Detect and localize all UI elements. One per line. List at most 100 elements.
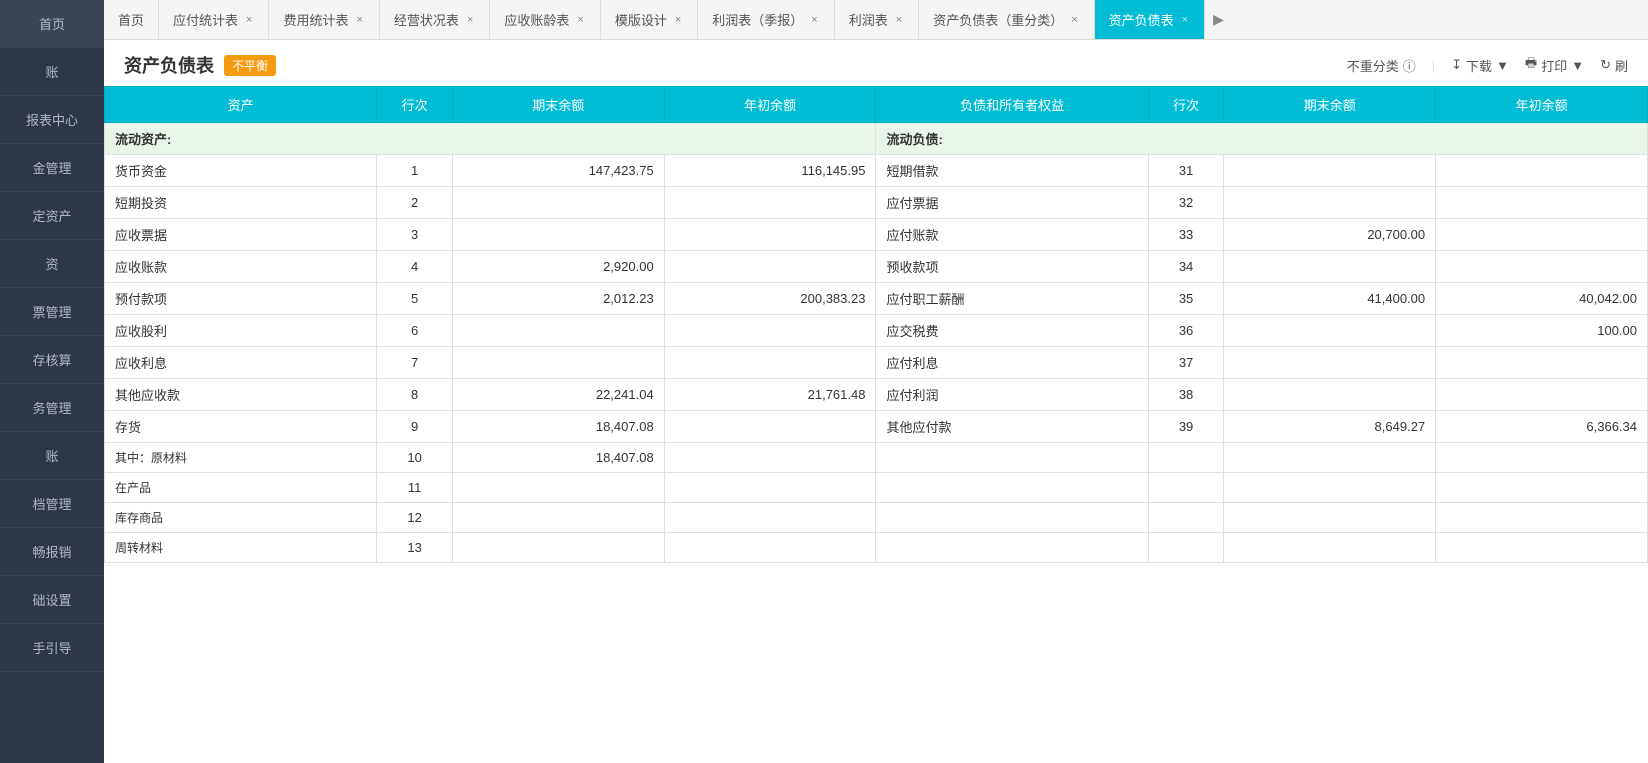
tab-label: 应收账龄表 bbox=[504, 10, 569, 29]
asset-begin-balance bbox=[664, 347, 876, 379]
tab-close-payable[interactable]: × bbox=[244, 13, 254, 27]
sidebar-item-assets[interactable]: 资 bbox=[0, 240, 104, 288]
tab-balance-reclassified[interactable]: 资产负债表（重分类） × bbox=[919, 0, 1094, 40]
liab-begin-balance bbox=[1436, 155, 1648, 187]
tab-close-business[interactable]: × bbox=[465, 13, 475, 27]
print-label: 打印 bbox=[1541, 56, 1567, 75]
asset-end-balance bbox=[452, 503, 664, 533]
liab-begin-balance bbox=[1436, 347, 1648, 379]
liab-end-balance: 20,700.00 bbox=[1224, 219, 1436, 251]
sidebar-item-fixed-assets[interactable]: 定资产 bbox=[0, 192, 104, 240]
header-asset: 资产 bbox=[105, 87, 377, 123]
asset-row-num: 13 bbox=[377, 533, 453, 563]
liab-end-balance bbox=[1224, 473, 1436, 503]
liab-begin-balance: 6,366.34 bbox=[1436, 411, 1648, 443]
asset-end-balance bbox=[452, 187, 664, 219]
asset-begin-balance: 116,145.95 bbox=[664, 155, 876, 187]
page-header: 资产负债表 不平衡 不重分类 ⓘ | ↧ 下载 ▼ 🖶 打印 ▼ bbox=[104, 40, 1648, 86]
asset-begin-balance bbox=[664, 315, 876, 347]
sidebar-item-guide[interactable]: 手引导 bbox=[0, 624, 104, 672]
asset-row-num: 8 bbox=[377, 379, 453, 411]
tab-bar: 首页 应付统计表 × 费用统计表 × 经营状况表 × 应收账龄表 × 模版设计 … bbox=[104, 0, 1648, 40]
liab-label: 预收款项 bbox=[876, 251, 1148, 283]
tab-close-balance[interactable]: × bbox=[1180, 13, 1190, 27]
asset-end-balance: 147,423.75 bbox=[452, 155, 664, 187]
liab-end-balance bbox=[1224, 503, 1436, 533]
liab-row-num bbox=[1148, 503, 1224, 533]
section-asset-label: 流动资产: bbox=[105, 123, 876, 155]
section-liab-label: 流动负债: bbox=[876, 123, 1648, 155]
asset-row-num: 11 bbox=[377, 473, 453, 503]
asset-end-balance bbox=[452, 533, 664, 563]
sidebar-item-fund-management[interactable]: 金管理 bbox=[0, 144, 104, 192]
sidebar-item-report-center[interactable]: 报表中心 bbox=[0, 96, 104, 144]
tab-close-balance-r[interactable]: × bbox=[1069, 13, 1079, 27]
sidebar-item-invoice[interactable]: 票管理 bbox=[0, 288, 104, 336]
tab-payable-stats[interactable]: 应付统计表 × bbox=[159, 0, 269, 40]
liab-label: 应付利润 bbox=[876, 379, 1148, 411]
liab-row-num: 36 bbox=[1148, 315, 1224, 347]
balance-sheet-table: 资产 行次 期末余额 年初余额 负债和所有者权益 行次 期末余额 年初余额 流动… bbox=[104, 86, 1648, 563]
sidebar-item-home[interactable]: 首页 bbox=[0, 0, 104, 48]
tab-close-income-q[interactable]: × bbox=[809, 13, 819, 27]
tab-home[interactable]: 首页 bbox=[104, 0, 159, 40]
tab-balance[interactable]: 资产负债表 × bbox=[1095, 0, 1205, 40]
tab-close-template[interactable]: × bbox=[673, 13, 683, 27]
download-icon: ↧ bbox=[1451, 57, 1462, 73]
header-row-num: 行次 bbox=[377, 87, 453, 123]
print-action[interactable]: 🖶 打印 ▼ bbox=[1525, 54, 1584, 76]
asset-end-balance bbox=[452, 315, 664, 347]
sidebar-item-ledger[interactable]: 账 bbox=[0, 432, 104, 480]
sidebar-item-tax[interactable]: 务管理 bbox=[0, 384, 104, 432]
page-actions: 不重分类 ⓘ | ↧ 下载 ▼ 🖶 打印 ▼ ↻ 刷 bbox=[1347, 54, 1628, 76]
tab-close-expense[interactable]: × bbox=[354, 13, 364, 27]
liab-end-balance bbox=[1224, 443, 1436, 473]
download-action[interactable]: ↧ 下载 ▼ bbox=[1451, 56, 1509, 75]
asset-row-num: 10 bbox=[377, 443, 453, 473]
liab-label: 其他应付款 bbox=[876, 411, 1148, 443]
liab-end-balance: 8,649.27 bbox=[1224, 411, 1436, 443]
tab-close-aging[interactable]: × bbox=[575, 13, 585, 27]
refresh-icon: ↻ bbox=[1600, 57, 1611, 73]
tab-expense-stats[interactable]: 费用统计表 × bbox=[269, 0, 379, 40]
asset-end-balance bbox=[452, 473, 664, 503]
tab-arrow-right[interactable]: ▶ bbox=[1205, 11, 1232, 28]
tab-income[interactable]: 利润表 × bbox=[835, 0, 919, 40]
liab-end-balance bbox=[1224, 187, 1436, 219]
tab-business[interactable]: 经营状况表 × bbox=[380, 0, 490, 40]
header-end-balance: 期末余额 bbox=[452, 87, 664, 123]
download-label: 下载 bbox=[1466, 56, 1492, 75]
liab-label bbox=[876, 443, 1148, 473]
tab-aging[interactable]: 应收账龄表 × bbox=[490, 0, 600, 40]
asset-label: 应收票据 bbox=[105, 219, 377, 251]
liab-row-num: 34 bbox=[1148, 251, 1224, 283]
asset-label: 预付款项 bbox=[105, 283, 377, 315]
sidebar-item-expense[interactable]: 畅报销 bbox=[0, 528, 104, 576]
asset-begin-balance bbox=[664, 411, 876, 443]
asset-row-num: 9 bbox=[377, 411, 453, 443]
asset-begin-balance bbox=[664, 503, 876, 533]
liab-begin-balance bbox=[1436, 473, 1648, 503]
tab-label: 费用统计表 bbox=[283, 10, 348, 29]
unbalanced-badge: 不平衡 bbox=[224, 55, 276, 76]
asset-begin-balance bbox=[664, 187, 876, 219]
liab-row-num: 33 bbox=[1148, 219, 1224, 251]
sidebar-item-account[interactable]: 账 bbox=[0, 48, 104, 96]
sidebar-item-settings[interactable]: 础设置 bbox=[0, 576, 104, 624]
sidebar-item-file[interactable]: 档管理 bbox=[0, 480, 104, 528]
refresh-action[interactable]: ↻ 刷 bbox=[1600, 56, 1628, 75]
liab-row-num: 37 bbox=[1148, 347, 1224, 379]
tab-income-quarterly[interactable]: 利润表（季报） × bbox=[698, 0, 834, 40]
asset-label: 货币资金 bbox=[105, 155, 377, 187]
no-reclassify-action[interactable]: 不重分类 ⓘ bbox=[1347, 56, 1416, 75]
liab-label: 应付利息 bbox=[876, 347, 1148, 379]
sidebar-item-inventory[interactable]: 存核算 bbox=[0, 336, 104, 384]
asset-row-num: 1 bbox=[377, 155, 453, 187]
tab-close-income[interactable]: × bbox=[894, 13, 904, 27]
liab-label bbox=[876, 473, 1148, 503]
liab-label: 短期借款 bbox=[876, 155, 1148, 187]
tab-template[interactable]: 模版设计 × bbox=[601, 0, 698, 40]
asset-begin-balance bbox=[664, 443, 876, 473]
sidebar: 首页 账 报表中心 金管理 定资产 资 票管理 存核算 务管理 账 档管理 畅报… bbox=[0, 0, 104, 763]
liab-begin-balance bbox=[1436, 503, 1648, 533]
